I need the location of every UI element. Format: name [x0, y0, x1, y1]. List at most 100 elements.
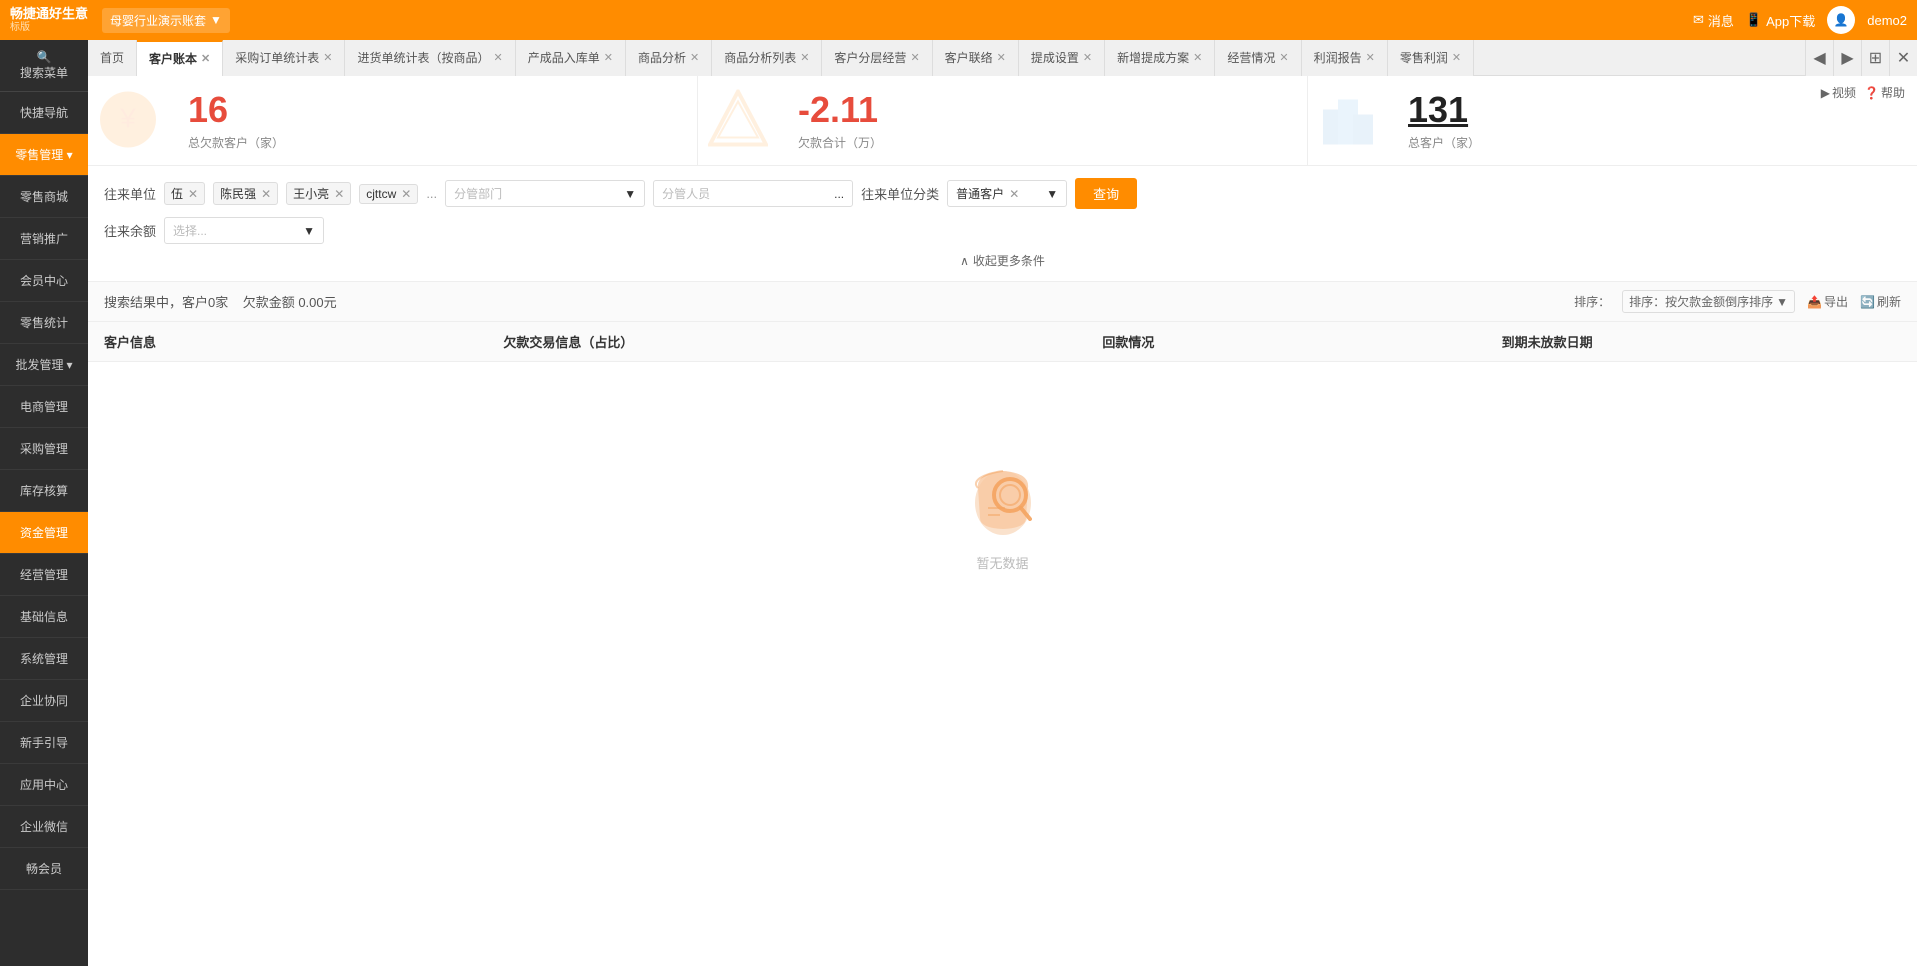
tab-purchase-stats[interactable]: 采购订单统计表 ✕: [223, 40, 345, 76]
person-selector[interactable]: 分管人员 ...: [653, 180, 853, 207]
tabs-prev-btn[interactable]: ◀: [1805, 40, 1833, 76]
sidebar-item-label: 采购管理: [20, 442, 68, 456]
close-icon[interactable]: ✕: [604, 51, 613, 64]
unit-category-tag-remove[interactable]: ✕: [1009, 187, 1019, 201]
tab-retail-profit[interactable]: 零售利润 ✕: [1388, 40, 1474, 76]
sidebar-item-appcenter[interactable]: 应用中心: [0, 764, 88, 806]
unit-category-tag-text: 普通客户: [956, 185, 1004, 202]
close-icon[interactable]: ✕: [997, 51, 1006, 64]
unit-category-tag: 普通客户 ✕: [956, 185, 1019, 202]
tab-home[interactable]: 首页: [88, 40, 137, 76]
tab-customer-tier[interactable]: 客户分层经营 ✕: [822, 40, 932, 76]
filter-tag-unit4-remove[interactable]: ✕: [401, 187, 411, 201]
sidebar-item-label: 电商管理: [20, 400, 68, 414]
sidebar-item-retail-mall[interactable]: 零售商城: [0, 176, 88, 218]
tab-add-raise-plan[interactable]: 新增提成方案 ✕: [1105, 40, 1215, 76]
store-selector[interactable]: 母婴行业演示账套 ▼: [102, 8, 230, 33]
sidebar-item-wholesale[interactable]: 批发管理 ▾: [0, 344, 88, 386]
filter-tag-unit3-remove[interactable]: ✕: [334, 187, 344, 201]
tab-profit-report[interactable]: 利润报告 ✕: [1302, 40, 1388, 76]
tab-customer-accounts[interactable]: 客户账本 ✕: [137, 40, 223, 76]
logo-main: 畅捷通好生意: [10, 6, 88, 22]
unit-category-label: 往来单位分类: [861, 184, 939, 203]
close-icon[interactable]: ✕: [201, 52, 210, 65]
close-icon[interactable]: ✕: [800, 51, 809, 64]
tab-raise-settings[interactable]: 提成设置 ✕: [1019, 40, 1105, 76]
sidebar-item-inventory[interactable]: 库存核算: [0, 470, 88, 512]
query-button[interactable]: 查询: [1075, 178, 1137, 209]
tabs-next-btn[interactable]: ▶: [1833, 40, 1861, 76]
tab-retail-profit-label: 零售利润: [1400, 49, 1448, 66]
close-icon[interactable]: ✕: [1193, 51, 1202, 64]
stat-value-total-debt: -2.11: [798, 90, 882, 130]
sidebar-item-corp-wechat[interactable]: 企业微信: [0, 806, 88, 848]
sidebar-item-member[interactable]: 会员中心: [0, 260, 88, 302]
close-icon[interactable]: ✕: [910, 51, 919, 64]
tabs-menu-btn[interactable]: ⊞: [1861, 40, 1889, 76]
filter-more-units[interactable]: ...: [426, 186, 437, 201]
tab-product-in[interactable]: 产成品入库单 ✕: [516, 40, 626, 76]
logo-sub: 标版: [10, 22, 88, 34]
sidebar-item-vip[interactable]: 畅会员: [0, 848, 88, 890]
close-icon[interactable]: ✕: [1083, 51, 1092, 64]
sidebar-item-purchase[interactable]: 采购管理: [0, 428, 88, 470]
sidebar-item-label: 会员中心: [20, 274, 68, 288]
balance-selector[interactable]: 选择... ▼: [164, 217, 324, 244]
help-link[interactable]: ❓ 帮助: [1864, 84, 1905, 101]
filter-tag-unit1-text: 伍: [171, 185, 183, 202]
sort-label: 排序：: [1574, 293, 1610, 310]
sidebar-item-label: 营销推广: [20, 232, 68, 246]
table-header: 客户信息 欠款交易信息（占比） 回款情况 到期未放款日期: [88, 322, 1917, 362]
message-button[interactable]: ✉ 消息: [1693, 11, 1734, 30]
close-icon[interactable]: ✕: [690, 51, 699, 64]
unit-category-selector[interactable]: 普通客户 ✕ ▼: [947, 180, 1067, 207]
close-icon[interactable]: ✕: [1279, 51, 1288, 64]
sidebar-item-retail-mgmt[interactable]: 零售管理 ▾: [0, 134, 88, 176]
sidebar-item-label: 企业协同: [20, 694, 68, 708]
tab-customer-contact[interactable]: 客户联络 ✕: [933, 40, 1019, 76]
tab-product-analysis-label: 商品分析: [638, 49, 686, 66]
sort-selector[interactable]: 排序：按欠款金额倒序排序 ▼: [1622, 290, 1795, 313]
sidebar-search[interactable]: 🔍 搜索菜单: [0, 40, 88, 92]
tabs-close-btn[interactable]: ✕: [1889, 40, 1917, 76]
svg-text:¥: ¥: [119, 102, 136, 133]
sidebar-item-retail-stats[interactable]: 零售统计: [0, 302, 88, 344]
tab-product-analysis-list[interactable]: 商品分析列表 ✕: [712, 40, 822, 76]
tab-ops-status[interactable]: 经营情况 ✕: [1215, 40, 1301, 76]
dept-selector[interactable]: 分管部门 ▼: [445, 180, 645, 207]
sidebar-item-nav[interactable]: 快捷导航: [0, 92, 88, 134]
tab-home-label: 首页: [100, 49, 124, 66]
video-link[interactable]: ▶ 视频: [1821, 84, 1856, 101]
export-button[interactable]: 📤 导出: [1807, 293, 1848, 310]
close-icon[interactable]: ✕: [323, 51, 332, 64]
sidebar-item-capital[interactable]: 资金管理: [0, 512, 88, 554]
sidebar-item-ecommerce[interactable]: 电商管理: [0, 386, 88, 428]
video-help: ▶ 视频 ❓ 帮助: [1821, 84, 1905, 101]
table-col-debt-info: 欠款交易信息（占比）: [503, 332, 1102, 351]
sidebar-item-ops[interactable]: 经营管理: [0, 554, 88, 596]
filter-tag-unit1-remove[interactable]: ✕: [188, 187, 198, 201]
sidebar-item-marketing[interactable]: 营销推广: [0, 218, 88, 260]
close-icon[interactable]: ✕: [1366, 51, 1375, 64]
filter-row-1: 往来单位 伍 ✕ 陈民强 ✕ 王小亮 ✕: [104, 178, 1901, 209]
stat-label-total-customers: 总客户（家）: [1408, 134, 1480, 151]
sidebar-item-enterprise[interactable]: 企业协同: [0, 680, 88, 722]
filter-tag-unit2-remove[interactable]: ✕: [261, 187, 271, 201]
result-summary-text: 搜索结果中，客户0家: [104, 295, 228, 310]
sidebar-item-label: 零售统计: [20, 316, 68, 330]
stat-total-debt: -2.11 欠款合计（万）: [698, 76, 1308, 165]
collapse-button[interactable]: ∧ 收起更多条件: [960, 252, 1045, 269]
tab-product-analysis[interactable]: 商品分析 ✕: [626, 40, 712, 76]
tab-inventory-stats[interactable]: 进货单统计表（按商品） ✕: [345, 40, 515, 76]
close-icon[interactable]: ✕: [494, 51, 503, 64]
sidebar-item-system[interactable]: 系统管理: [0, 638, 88, 680]
close-icon[interactable]: ✕: [1452, 51, 1461, 64]
app-download-button[interactable]: 📱 App下载: [1746, 11, 1815, 30]
help-icon: ❓: [1864, 86, 1879, 100]
tab-product-in-label: 产成品入库单: [528, 49, 600, 66]
sidebar-item-guide[interactable]: 新手引导: [0, 722, 88, 764]
stats-banner: ▶ 视频 ❓ 帮助 ¥ 16: [88, 76, 1917, 166]
refresh-button[interactable]: 🔄 刷新: [1860, 293, 1901, 310]
avatar[interactable]: 👤: [1827, 6, 1855, 34]
sidebar-item-basic-info[interactable]: 基础信息: [0, 596, 88, 638]
